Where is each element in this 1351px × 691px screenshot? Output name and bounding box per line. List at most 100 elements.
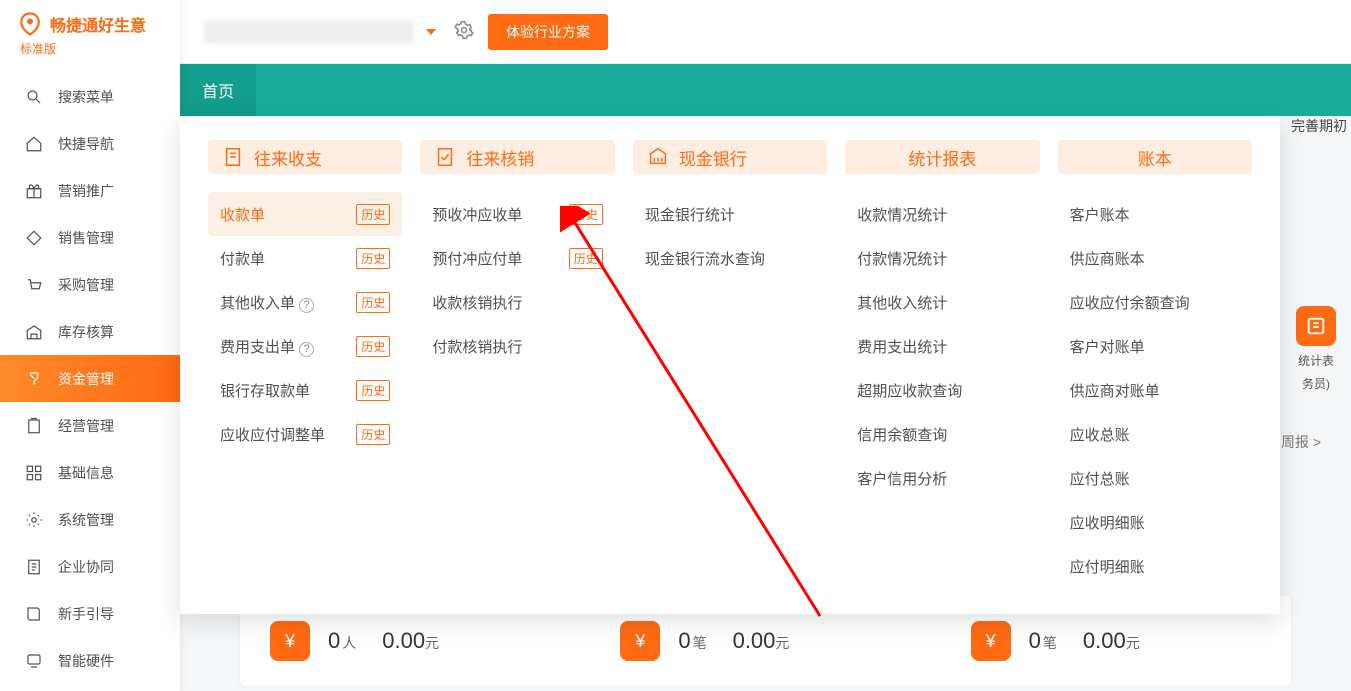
help-icon[interactable]: ?	[299, 298, 314, 313]
mega-item-label: 供应商对账单	[1070, 380, 1160, 401]
init-hint[interactable]: 完善期初	[1291, 116, 1347, 136]
mega-col-header: 现金银行	[633, 140, 827, 174]
mega-item[interactable]: 应收明细账	[1058, 500, 1252, 544]
mega-item[interactable]: 超期应收款查询	[845, 368, 1039, 412]
history-button[interactable]: 历史	[356, 292, 390, 313]
brand-title: 畅捷通好生意	[50, 12, 146, 36]
mega-item[interactable]: 应收总账	[1058, 412, 1252, 456]
mega-item-receipt[interactable]: 收款单 历史	[208, 192, 402, 236]
sidebar-item-hardware[interactable]: 智能硬件	[0, 637, 180, 684]
mega-item[interactable]: 客户账本	[1058, 192, 1252, 236]
stat-value: 0.00	[1083, 628, 1126, 653]
mega-item[interactable]: 付款情况统计	[845, 236, 1039, 280]
mega-item[interactable]: 应付总账	[1058, 456, 1252, 500]
mega-col-header: 往来核销	[420, 140, 614, 174]
sidebar-item-quick-nav[interactable]: 快捷导航	[0, 120, 180, 167]
history-button[interactable]: 历史	[569, 204, 603, 225]
sidebar-item-guide[interactable]: 新手引导	[0, 590, 180, 637]
mega-col-header: 统计报表	[845, 140, 1039, 174]
sidebar-item-search-menu[interactable]: 搜索菜单	[0, 73, 180, 120]
history-button[interactable]: 历史	[356, 380, 390, 401]
mega-col-title: 往来收支	[254, 145, 322, 170]
stat-count-unit: 笔	[1043, 635, 1057, 651]
weekly-link[interactable]: 周报 >	[1281, 432, 1351, 452]
mega-item-bank-transfer[interactable]: 银行存取款单 历史	[208, 368, 402, 412]
stat-card: ¥ 0笔 0.00元	[590, 621, 940, 661]
mega-item-prerecv-offset[interactable]: 预收冲应收单 历史	[420, 192, 614, 236]
sidebar-item-fund[interactable]: 资金管理	[0, 355, 180, 402]
sidebar-item-inventory[interactable]: 库存核算	[0, 308, 180, 355]
mega-item[interactable]: 其他收入统计	[845, 280, 1039, 324]
mega-item-label: 客户对账单	[1070, 336, 1145, 357]
sidebar-item-operation[interactable]: 经营管理	[0, 402, 180, 449]
history-button[interactable]: 历史	[356, 424, 390, 445]
mega-item-payment[interactable]: 付款单 历史	[208, 236, 402, 280]
receipt-icon	[222, 146, 244, 168]
stat-count: 0	[678, 628, 690, 653]
history-button[interactable]: 历史	[356, 336, 390, 357]
mega-item-label: 其他收入单?	[220, 292, 314, 313]
mega-item[interactable]: 信用余额查询	[845, 412, 1039, 456]
mega-item-label: 客户信用分析	[857, 468, 947, 489]
mega-item-pay-verify-exec[interactable]: 付款核销执行	[420, 324, 614, 368]
mega-item-label: 现金银行统计	[645, 204, 735, 225]
mega-item[interactable]: 应付明细账	[1058, 544, 1252, 588]
mega-item-arap-adjust[interactable]: 应收应付调整单 历史	[208, 412, 402, 456]
mega-item-prepay-offset[interactable]: 预付冲应付单 历史	[420, 236, 614, 280]
mega-item-label: 供应商账本	[1070, 248, 1145, 269]
mega-item[interactable]: 应收应付余额查询	[1058, 280, 1252, 324]
help-icon[interactable]: ?	[299, 342, 314, 357]
brand-logo-icon	[16, 10, 44, 38]
sidebar-item-marketing[interactable]: 营销推广	[0, 167, 180, 214]
wallet-icon: ¥	[971, 621, 1011, 661]
history-button[interactable]: 历史	[356, 248, 390, 269]
widget-label2: 务员)	[1302, 375, 1330, 392]
mega-item-label: 应付总账	[1070, 468, 1130, 489]
mega-item-cash-bank-flow[interactable]: 现金银行流水查询	[633, 236, 827, 280]
sidebar-item-label: 库存核算	[58, 322, 114, 342]
mega-col-header: 往来收支	[208, 140, 402, 174]
mega-item-expense[interactable]: 费用支出单? 历史	[208, 324, 402, 368]
widget-stat-table[interactable]: 统计表 务员)	[1281, 306, 1351, 392]
sidebar-item-collab[interactable]: 企业协同	[0, 543, 180, 590]
tab-label: 首页	[202, 78, 234, 102]
sidebar-item-label: 系统管理	[58, 510, 114, 530]
mega-item[interactable]: 费用支出统计	[845, 324, 1039, 368]
mega-col-title: 账本	[1138, 145, 1172, 170]
mega-col-cash-bank: 现金银行 现金银行统计 现金银行流水查询	[633, 140, 827, 596]
sidebar-item-sales[interactable]: 销售管理	[0, 214, 180, 261]
stat-value-unit: 元	[1126, 635, 1140, 651]
people-icon: ¥	[270, 621, 310, 661]
mega-item-cash-bank-stat[interactable]: 现金银行统计	[633, 192, 827, 236]
sidebar-item-label: 销售管理	[58, 228, 114, 248]
mega-item[interactable]: 客户信用分析	[845, 456, 1039, 500]
invoice-icon: ¥	[620, 621, 660, 661]
mega-item-recv-verify-exec[interactable]: 收款核销执行	[420, 280, 614, 324]
mega-item[interactable]: 供应商账本	[1058, 236, 1252, 280]
mega-item[interactable]: 供应商对账单	[1058, 368, 1252, 412]
stat-count-unit: 人	[342, 635, 356, 651]
history-button[interactable]: 历史	[569, 248, 603, 269]
mega-col-header: 账本	[1058, 140, 1252, 174]
sidebar-item-purchase[interactable]: 采购管理	[0, 261, 180, 308]
sidebar-item-label: 基础信息	[58, 463, 114, 483]
industry-plan-button[interactable]: 体验行业方案	[488, 14, 608, 50]
company-selector[interactable]	[204, 21, 440, 43]
mega-item[interactable]: 收款情况统计	[845, 192, 1039, 236]
sidebar-item-basic-info[interactable]: 基础信息	[0, 449, 180, 496]
tab-home[interactable]: 首页	[180, 64, 256, 116]
mega-item-label: 费用支出单?	[220, 336, 314, 357]
mega-col-verification: 往来核销 预收冲应收单 历史 预付冲应付单 历史 收款核销执行 付款核销执行	[420, 140, 614, 596]
sidebar-item-label: 营销推广	[58, 181, 114, 201]
sidebar-item-system[interactable]: 系统管理	[0, 496, 180, 543]
mega-item-label: 收款核销执行	[432, 292, 522, 313]
mega-item[interactable]: 客户对账单	[1058, 324, 1252, 368]
history-button[interactable]: 历史	[356, 204, 390, 225]
mega-col-stat-report: 统计报表 收款情况统计 付款情况统计 其他收入统计 费用支出统计 超期应收款查询…	[845, 140, 1039, 596]
mega-col-title: 统计报表	[908, 145, 976, 170]
home-icon	[24, 134, 44, 154]
mega-item-label: 其他收入统计	[857, 292, 947, 313]
mega-item-other-income[interactable]: 其他收入单? 历史	[208, 280, 402, 324]
settings-icon[interactable]	[454, 20, 474, 43]
chevron-down-icon	[426, 29, 436, 35]
